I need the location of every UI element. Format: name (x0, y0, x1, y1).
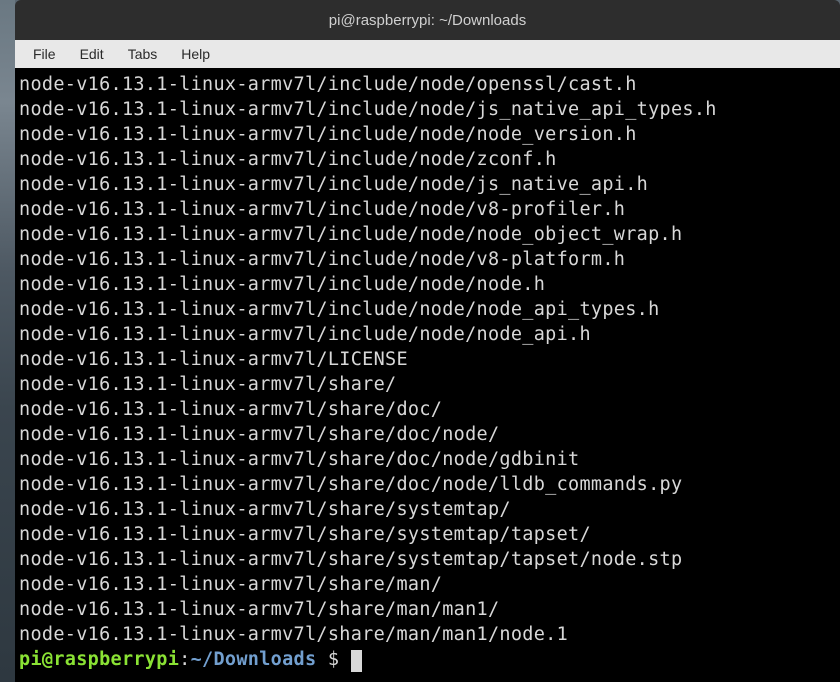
titlebar[interactable]: pi@raspberrypi: ~/Downloads (15, 0, 840, 40)
terminal-window: pi@raspberrypi: ~/Downloads File Edit Ta… (0, 0, 840, 682)
output-line: node-v16.13.1-linux-armv7l/share/doc/ (19, 397, 836, 422)
prompt-separator: : (179, 649, 190, 670)
prompt-symbol: $ (316, 649, 350, 670)
output-line: node-v16.13.1-linux-armv7l/share/man/ (19, 572, 836, 597)
cursor (351, 650, 362, 672)
output-line: node-v16.13.1-linux-armv7l/share/systemt… (19, 497, 836, 522)
menu-help[interactable]: Help (171, 42, 220, 66)
output-line: node-v16.13.1-linux-armv7l/LICENSE (19, 347, 836, 372)
output-line: node-v16.13.1-linux-armv7l/include/node/… (19, 222, 836, 247)
output-line: node-v16.13.1-linux-armv7l/include/node/… (19, 172, 836, 197)
menubar: File Edit Tabs Help (15, 40, 840, 68)
output-line: node-v16.13.1-linux-armv7l/share/doc/nod… (19, 422, 836, 447)
output-line: node-v16.13.1-linux-armv7l/include/node/… (19, 297, 836, 322)
output-line: node-v16.13.1-linux-armv7l/include/node/… (19, 122, 836, 147)
output-line: node-v16.13.1-linux-armv7l/include/node/… (19, 322, 836, 347)
output-line: node-v16.13.1-linux-armv7l/share/systemt… (19, 547, 836, 572)
menu-file[interactable]: File (23, 42, 66, 66)
output-line: node-v16.13.1-linux-armv7l/share/systemt… (19, 522, 836, 547)
terminal-output[interactable]: node-v16.13.1-linux-armv7l/include/node/… (15, 68, 840, 682)
prompt-user-host: pi@raspberrypi (19, 649, 179, 670)
output-line: node-v16.13.1-linux-armv7l/share/ (19, 372, 836, 397)
window-title: pi@raspberrypi: ~/Downloads (329, 12, 526, 29)
output-line: node-v16.13.1-linux-armv7l/share/doc/nod… (19, 472, 836, 497)
output-line: node-v16.13.1-linux-armv7l/include/node/… (19, 147, 836, 172)
prompt-path: ~/Downloads (191, 649, 317, 670)
output-line: node-v16.13.1-linux-armv7l/include/node/… (19, 247, 836, 272)
menu-tabs[interactable]: Tabs (118, 42, 168, 66)
output-line: node-v16.13.1-linux-armv7l/include/node/… (19, 272, 836, 297)
output-line: node-v16.13.1-linux-armv7l/include/node/… (19, 97, 836, 122)
output-line: node-v16.13.1-linux-armv7l/share/doc/nod… (19, 447, 836, 472)
prompt-line: pi@raspberrypi:~/Downloads $ (19, 647, 836, 672)
output-line: node-v16.13.1-linux-armv7l/include/node/… (19, 72, 836, 97)
menu-edit[interactable]: Edit (70, 42, 114, 66)
output-line: node-v16.13.1-linux-armv7l/share/man/man… (19, 622, 836, 647)
output-line: node-v16.13.1-linux-armv7l/include/node/… (19, 197, 836, 222)
output-line: node-v16.13.1-linux-armv7l/share/man/man… (19, 597, 836, 622)
